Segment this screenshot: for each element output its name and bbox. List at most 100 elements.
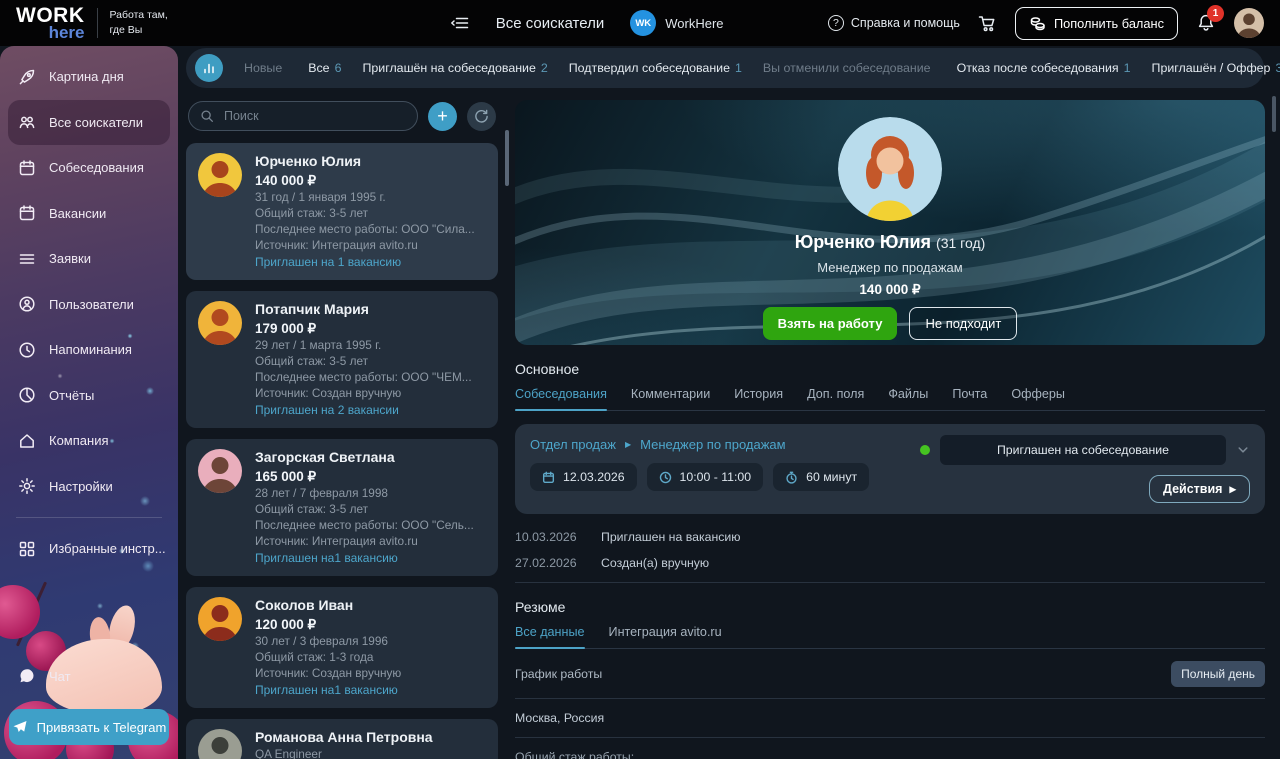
sidebar-item-favorites[interactable]: Избранные инстр... xyxy=(0,526,178,572)
actions-button[interactable]: Действия ▶ xyxy=(1149,475,1250,503)
vacancy-link[interactable]: Менеджер по продажам xyxy=(640,437,785,452)
candidate-card[interactable]: Соколов Иван 120 000 ₽ 30 лет / 3 феврал… xyxy=(186,587,498,708)
filter-count: 1 xyxy=(734,61,742,75)
candidate-vacancy-link[interactable]: Приглашен на1 вакансию xyxy=(255,683,401,698)
filter-confirmed-interview[interactable]: Подтвердил собеседование 1 xyxy=(569,61,742,75)
filter-cancelled-interview[interactable]: Вы отменили собеседование xyxy=(763,61,936,75)
schedule-label: График работы xyxy=(515,667,603,681)
filter-new[interactable]: Новые xyxy=(244,61,287,75)
candidate-card[interactable]: Романова Анна Петровна QA Engineer Общий… xyxy=(186,719,498,759)
report-icon xyxy=(18,386,36,404)
candidate-card[interactable]: Юрченко Юлия 140 000 ₽ 31 год / 1 января… xyxy=(186,143,498,280)
department-link[interactable]: Отдел продаж xyxy=(530,437,616,452)
candidate-list-panel: + Юрченко Юлия 140 000 ₽ 31 год / 1 янва… xyxy=(186,96,498,759)
actions-label: Действия xyxy=(1163,482,1223,496)
tab-avito-integration[interactable]: Интеграция avito.ru xyxy=(609,625,722,648)
workhere-logo[interactable]: WORK here xyxy=(16,5,85,41)
app-root: WORK here Работа там, где Вы Все соискат… xyxy=(0,0,1280,759)
search-box xyxy=(188,101,418,131)
candidate-meta: 28 лет / 7 февраля 1998 xyxy=(255,486,388,500)
telegram-link-button[interactable]: Привязать к Telegram xyxy=(9,709,169,745)
logo-tagline: Работа там, где Вы xyxy=(96,8,168,38)
history-event: Приглашен на вакансию xyxy=(601,530,741,544)
menu-collapse-icon[interactable] xyxy=(450,13,470,33)
filter-invited-offer[interactable]: Приглашён / Оффер 3 xyxy=(1152,61,1280,75)
filter-rejected-after-interview[interactable]: Отказ после собеседования 1 xyxy=(957,61,1131,75)
schedule-value-chip: Полный день xyxy=(1171,661,1265,687)
page-title: Все соискатели xyxy=(495,14,605,32)
candidate-card[interactable]: Загорская Светлана 165 000 ₽ 28 лет / 7 … xyxy=(186,439,498,576)
sidebar-item-chat[interactable]: Чат xyxy=(0,654,178,700)
candidate-avatar xyxy=(198,301,242,345)
status-dot-icon xyxy=(920,445,930,455)
sidebar-item-reminders[interactable]: Напоминания xyxy=(0,327,178,373)
tab-extra-fields[interactable]: Доп. поля xyxy=(807,387,864,410)
list-scrollbar[interactable] xyxy=(505,130,509,186)
tab-offers[interactable]: Офферы xyxy=(1011,387,1065,410)
help-button[interactable]: ? Справка и помощь xyxy=(827,15,960,31)
search-input[interactable] xyxy=(222,108,406,124)
sidebar-item-requests[interactable]: Заявки xyxy=(0,236,178,282)
sidebar-item-dashboard[interactable]: Картина дня xyxy=(0,54,178,100)
candidate-salary: 179 000 ₽ xyxy=(255,321,317,336)
cart-icon[interactable] xyxy=(978,14,997,33)
filter-label: Подтвердил собеседование xyxy=(568,61,730,75)
filter-label: Отказ после собеседования xyxy=(956,61,1119,75)
interview-controls: Приглашен на собеседование Действия ▶ xyxy=(920,435,1250,503)
topup-balance-button[interactable]: Пополнить баланс xyxy=(1014,6,1178,40)
sidebar-item-label: Вакансии xyxy=(49,205,107,221)
tab-mail[interactable]: Почта xyxy=(952,387,987,410)
sidebar-item-label: Чат xyxy=(49,668,71,684)
main-scrollbar[interactable] xyxy=(1272,96,1276,132)
sidebar-item-users[interactable]: Пользователи xyxy=(0,282,178,328)
list-icon xyxy=(18,250,36,268)
profile-name-text: Юрченко Юлия xyxy=(794,232,932,252)
tab-files[interactable]: Файлы xyxy=(888,387,928,410)
candidate-avatar xyxy=(198,729,242,759)
candidate-meta: Общий стаж: 1-3 года xyxy=(255,650,374,664)
tagline-line2: где Вы xyxy=(109,24,143,36)
hire-button[interactable]: Взять на работу xyxy=(762,307,898,340)
add-candidate-button[interactable]: + xyxy=(428,101,457,131)
section-divider xyxy=(515,698,1265,699)
filter-all[interactable]: Все 6 xyxy=(308,61,341,75)
coins-icon xyxy=(1029,15,1046,32)
candidate-card[interactable]: Потапчик Мария 179 000 ₽ 29 лет / 1 март… xyxy=(186,291,498,428)
status-value: Приглашен на собеседование xyxy=(940,435,1226,465)
profile-hero: Юрченко Юлия (31 год) Менеджер по продаж… xyxy=(515,100,1265,345)
candidate-vacancy-link[interactable]: Приглашен на1 вакансию xyxy=(255,551,474,566)
candidate-salary: 165 000 ₽ xyxy=(255,469,317,484)
status-filter-bar: Новые Все 6 Приглашён на собеседование 2 П… xyxy=(186,48,1280,88)
candidate-vacancy-link[interactable]: Приглашен на 2 вакансии xyxy=(255,403,472,418)
tab-interviews[interactable]: Собеседования xyxy=(515,387,607,411)
user-avatar[interactable] xyxy=(1234,8,1264,38)
profile-salary: 140 000 ₽ xyxy=(859,282,921,297)
list-toolbar: + xyxy=(188,101,498,131)
interview-time: 10:00 - 11:00 xyxy=(679,470,752,484)
candidate-avatar xyxy=(198,153,242,197)
history-refresh-button[interactable] xyxy=(467,101,496,131)
sidebar-item-label: Пользователи xyxy=(49,296,134,312)
status-select[interactable]: Приглашен на собеседование xyxy=(920,435,1250,465)
sidebar-item-vacancies[interactable]: Вакансии xyxy=(0,191,178,237)
workspace-badge[interactable]: WK xyxy=(630,10,657,36)
tab-all-data[interactable]: Все данные xyxy=(515,625,585,649)
sidebar-item-all-candidates[interactable]: Все соискатели xyxy=(8,99,170,145)
sidebar-item-settings[interactable]: Настройки xyxy=(0,464,178,510)
sidebar-item-reports[interactable]: Отчёты xyxy=(0,373,178,419)
interview-duration-chip: 60 минут xyxy=(773,463,870,491)
candidate-vacancy-link[interactable]: Приглашен на 1 вакансию xyxy=(255,255,475,270)
funnel-chart-icon[interactable] xyxy=(195,54,223,82)
sidebar-item-interviews[interactable]: Собеседования xyxy=(0,145,178,191)
notifications-button[interactable]: 1 xyxy=(1196,5,1224,33)
reject-button[interactable]: Не подходит xyxy=(909,307,1018,340)
tab-history[interactable]: История xyxy=(734,387,783,410)
filter-invited-interview[interactable]: Приглашён на собеседование 2 xyxy=(362,61,547,75)
interview-breadcrumb: Отдел продаж ▶ Менеджер по продажам xyxy=(530,437,869,452)
candidate-meta: Источник: Создан вручную xyxy=(255,386,402,400)
chevron-down-icon xyxy=(1236,443,1250,457)
tab-comments[interactable]: Комментарии xyxy=(631,387,710,410)
sidebar-item-company[interactable]: Компания xyxy=(0,418,178,464)
calendar-icon xyxy=(18,159,36,177)
